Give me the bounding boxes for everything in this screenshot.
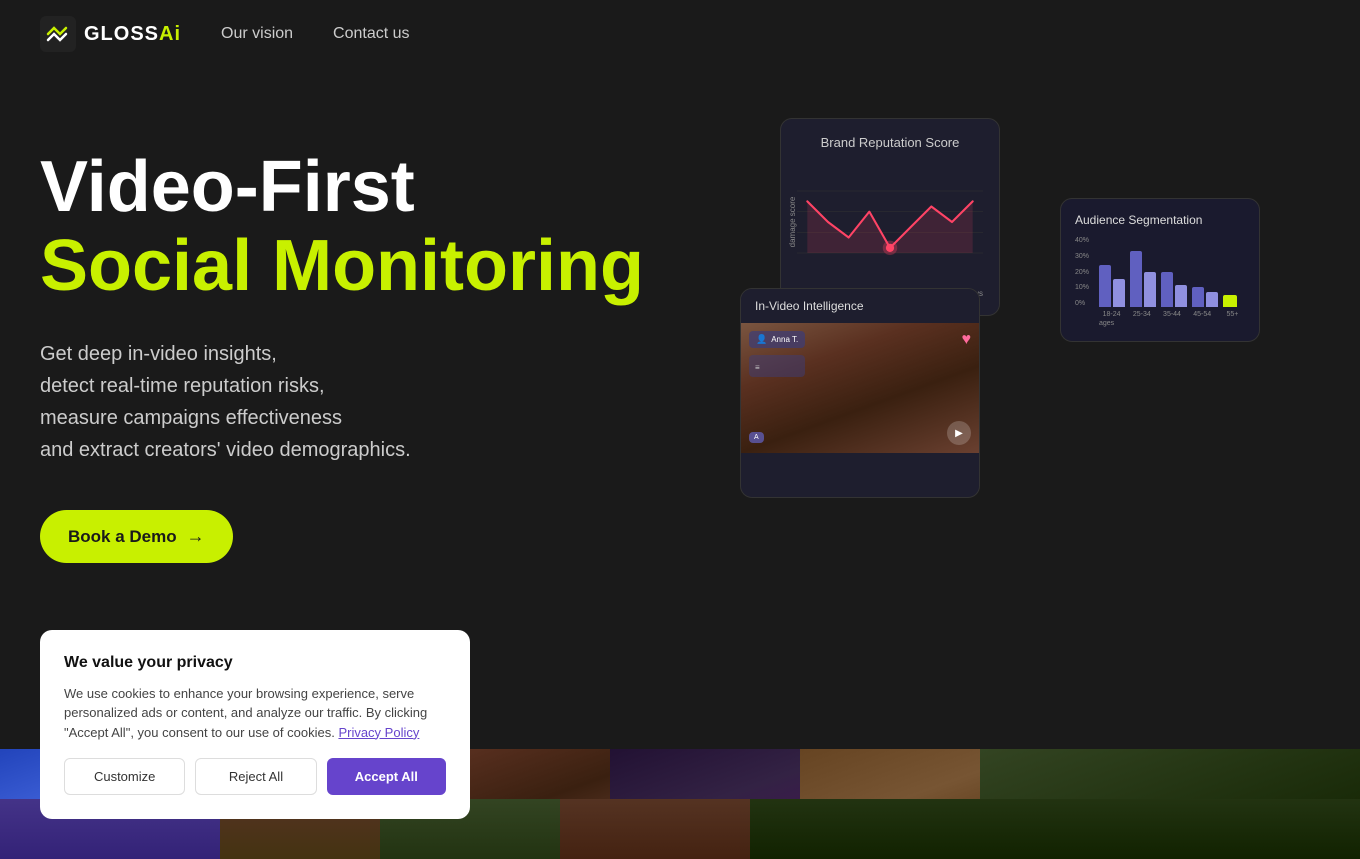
navbar: GLOSSAi Our vision Contact us bbox=[0, 0, 1360, 68]
video-bg: ♥ 👤 Anna T. ≡ A bbox=[741, 323, 979, 453]
nav-contact-us[interactable]: Contact us bbox=[333, 25, 409, 43]
hero-description: Get deep in-video insights, detect real-… bbox=[40, 338, 660, 466]
audience-bars bbox=[1099, 237, 1245, 307]
logo-label: GLOSSAi bbox=[84, 23, 181, 46]
person-overlay: A bbox=[749, 432, 764, 443]
bar-25-34-a bbox=[1130, 251, 1142, 307]
bar-group-18-24 bbox=[1099, 265, 1125, 307]
heart-icon: ♥ bbox=[962, 331, 972, 349]
audience-segmentation-title: Audience Segmentation bbox=[1075, 213, 1245, 227]
bar-group-55plus bbox=[1223, 295, 1237, 307]
cookie-buttons: Customize Reject All Accept All bbox=[64, 758, 446, 795]
bar-45-54-a bbox=[1192, 287, 1204, 307]
book-demo-button[interactable]: Book a Demo → bbox=[40, 510, 233, 563]
line-chart-svg bbox=[797, 162, 983, 282]
bar-35-44-a bbox=[1161, 272, 1173, 307]
cookie-title: We value your privacy bbox=[64, 654, 446, 672]
audience-segmentation-card: Audience Segmentation 40% 30% 20% 10% 0% bbox=[1060, 198, 1260, 342]
y-axis-label: damage score bbox=[788, 197, 797, 248]
bar-group-45-54 bbox=[1192, 287, 1218, 307]
accept-all-button[interactable]: Accept All bbox=[327, 758, 446, 795]
bar-45-54-b bbox=[1206, 292, 1218, 307]
bar-18-24-a bbox=[1099, 265, 1111, 307]
bar-group-35-44 bbox=[1161, 272, 1187, 307]
dashboard-cards: Brand Reputation Score damage score bbox=[740, 118, 1260, 498]
video-tag-2: ≡ bbox=[749, 355, 805, 377]
vg-row2-item-5 bbox=[750, 799, 1360, 859]
person-badge-1: A bbox=[749, 432, 764, 443]
nav-our-vision[interactable]: Our vision bbox=[221, 25, 293, 43]
audience-x-labels: 18-24 25-34 35-44 45-54 55+ bbox=[1099, 311, 1245, 318]
brand-reputation-card: Brand Reputation Score damage score bbox=[780, 118, 1000, 316]
bar-35-44-b bbox=[1175, 285, 1187, 307]
hero-title-line2: Social Monitoring bbox=[40, 227, 660, 306]
video-thumbnail: ♥ 👤 Anna T. ≡ A bbox=[741, 323, 979, 453]
hero-content: Video-First Social Monitoring Get deep i… bbox=[40, 128, 660, 563]
brand-reputation-title: Brand Reputation Score bbox=[797, 135, 983, 150]
vg-row2-item-4 bbox=[560, 799, 750, 859]
logo[interactable]: GLOSSAi bbox=[40, 16, 181, 52]
hero-title-line1: Video-First bbox=[40, 148, 660, 227]
logo-icon bbox=[40, 16, 76, 52]
bar-25-34-b bbox=[1144, 272, 1156, 307]
audience-chart: 40% 30% 20% 10% 0% bbox=[1075, 237, 1245, 327]
customize-button[interactable]: Customize bbox=[64, 758, 185, 795]
brand-reputation-chart: damage score days bbox=[797, 162, 983, 282]
bar-18-24-b bbox=[1113, 279, 1125, 307]
in-video-card: In-Video Intelligence ♥ 👤 Anna T. ≡ bbox=[740, 288, 980, 498]
privacy-policy-link[interactable]: Privacy Policy bbox=[338, 725, 419, 740]
aud-y-labels: 40% 30% 20% 10% 0% bbox=[1075, 237, 1089, 307]
ages-label: ages bbox=[1099, 320, 1245, 327]
bar-55plus-a bbox=[1223, 295, 1237, 307]
in-video-title: In-Video Intelligence bbox=[741, 289, 979, 323]
video-tag-1: 👤 Anna T. bbox=[749, 331, 805, 348]
reject-all-button[interactable]: Reject All bbox=[195, 758, 316, 795]
play-button[interactable]: ▶ bbox=[947, 421, 971, 445]
bar-group-25-34 bbox=[1130, 251, 1156, 307]
cookie-banner: We value your privacy We use cookies to … bbox=[40, 630, 470, 820]
hero-section: Video-First Social Monitoring Get deep i… bbox=[0, 68, 1360, 603]
video-overlay-tags: 👤 Anna T. ≡ bbox=[749, 331, 805, 377]
arrow-right-icon: → bbox=[187, 526, 205, 547]
cookie-text: We use cookies to enhance your browsing … bbox=[64, 684, 446, 743]
